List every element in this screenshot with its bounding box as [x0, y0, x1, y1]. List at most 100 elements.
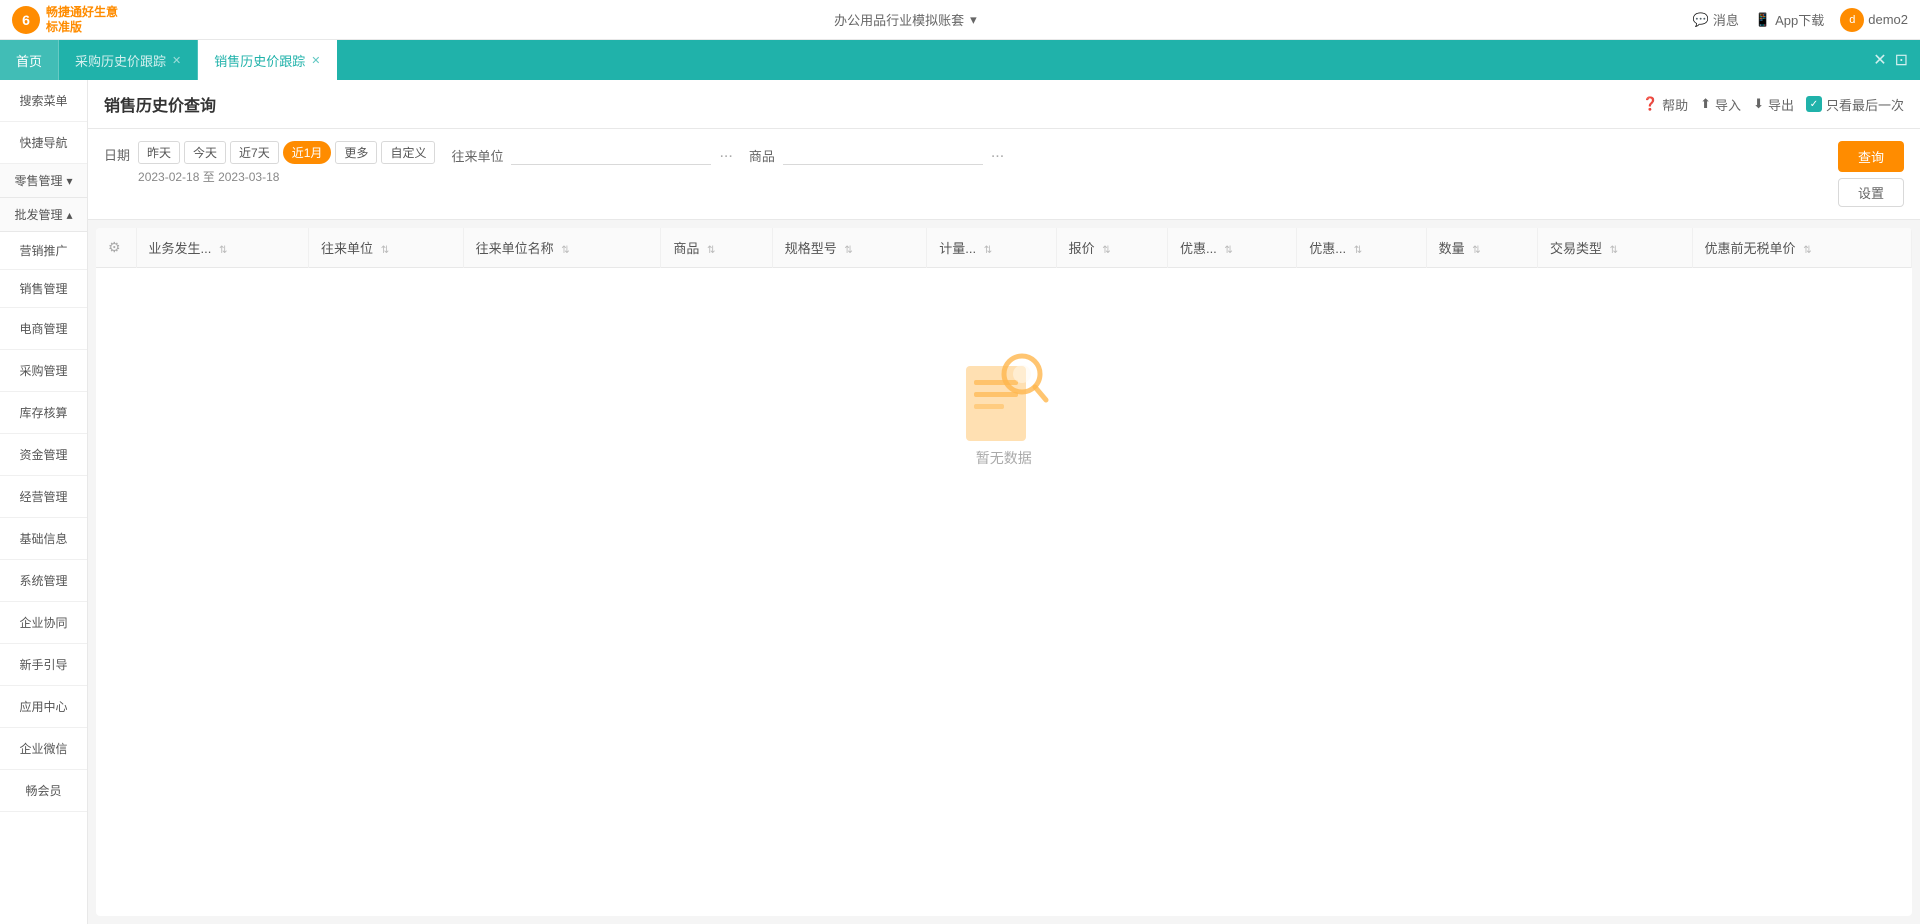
import-icon: ⬆	[1700, 96, 1711, 112]
date-btn-yesterday[interactable]: 昨天	[138, 141, 180, 164]
column-quote[interactable]: 报价 ⇅	[1056, 228, 1167, 268]
column-partner-code[interactable]: 往来单位 ⇅	[309, 228, 464, 268]
chevron-up-icon: ▴	[66, 208, 72, 222]
product-filter-group: 商品 ...	[749, 141, 1004, 165]
sidebar-item-retail-mgmt[interactable]: 零售管理 ▾	[0, 164, 87, 198]
column-partner-name[interactable]: 往来单位名称 ⇅	[463, 228, 661, 268]
maximize-window-btn[interactable]: ⊡	[1895, 50, 1908, 70]
column-settings[interactable]: ⚙	[96, 228, 136, 268]
sidebar-item-basic-info[interactable]: 基础信息	[0, 518, 87, 560]
tab-window-actions: ✕ ⊡	[1873, 50, 1920, 70]
logo-area: 6 畅捷通好生意 标准版	[12, 5, 118, 34]
top-bar: 6 畅捷通好生意 标准版 办公用品行业模拟账套 ▾ 💬 消息 📱 App下载 d…	[0, 0, 1920, 40]
sort-icon: ⇅	[219, 245, 227, 256]
page-header-actions: ❓ 帮助 ⬆ 导入 ⬇ 导出 ✓ 只看最后一次	[1642, 95, 1904, 114]
sidebar-item-sales-mgmt[interactable]: 销售管理	[0, 270, 87, 308]
sidebar-item-operations[interactable]: 经营管理	[0, 476, 87, 518]
sidebar-item-purchase-mgmt[interactable]: 采购管理	[0, 350, 87, 392]
partner-picker-btn[interactable]: ...	[719, 144, 732, 162]
sidebar-item-ecommerce[interactable]: 电商管理	[0, 308, 87, 350]
app-selector[interactable]: 办公用品行业模拟账套 ▾	[834, 10, 977, 29]
query-button[interactable]: 查询	[1838, 141, 1904, 172]
table-body: 暂无数据	[96, 268, 1912, 549]
column-discount2[interactable]: 优惠... ⇅	[1297, 228, 1426, 268]
empty-illustration	[954, 348, 1054, 448]
date-range-text: 2023-02-18 至 2023-03-18	[138, 168, 435, 185]
filter-actions: 查询 设置	[1838, 141, 1904, 207]
sort-icon: ⇅	[1354, 245, 1362, 256]
column-trade-type[interactable]: 交易类型 ⇅	[1538, 228, 1693, 268]
column-product[interactable]: 商品 ⇅	[661, 228, 772, 268]
sort-icon: ⇅	[984, 245, 992, 256]
date-btn-more[interactable]: 更多	[335, 141, 377, 164]
export-btn[interactable]: ⬇ 导出	[1753, 95, 1794, 114]
sidebar-item-members[interactable]: 畅会员	[0, 770, 87, 812]
help-icon: ❓	[1642, 96, 1658, 112]
sort-icon: ⇅	[1610, 245, 1618, 256]
date-quick-buttons: 昨天 今天 近7天 近1月 更多 自定义	[138, 141, 435, 164]
filter-area: 日期 昨天 今天 近7天 近1月 更多 自定义 2023-02-18 至 202…	[88, 129, 1920, 220]
column-pretax-price[interactable]: 优惠前无税单价 ⇅	[1692, 228, 1911, 268]
tab-sales-history[interactable]: 销售历史价跟踪 ✕	[198, 40, 337, 80]
gear-icon[interactable]: ⚙	[108, 239, 121, 255]
sort-icon: ⇅	[707, 245, 715, 256]
sidebar-item-enterprise-wechat[interactable]: 企业微信	[0, 728, 87, 770]
phone-icon: 📱	[1755, 12, 1771, 28]
main-content: 销售历史价查询 ❓ 帮助 ⬆ 导入 ⬇ 导出 ✓ 只看最后一次	[88, 80, 1920, 924]
only-last-checkbox[interactable]: ✓ 只看最后一次	[1806, 95, 1904, 114]
date-label: 日期	[104, 141, 130, 164]
tab-purchase-history[interactable]: 采购历史价跟踪 ✕	[59, 40, 198, 80]
sort-icon: ⇅	[1102, 245, 1110, 256]
close-purchase-history-tab[interactable]: ✕	[172, 54, 181, 67]
sidebar-item-new-guide[interactable]: 新手引导	[0, 644, 87, 686]
message-icon: 💬	[1693, 12, 1709, 28]
tab-home[interactable]: 首页	[0, 40, 59, 80]
user-profile[interactable]: d demo2	[1840, 8, 1908, 32]
table-container: ⚙ 业务发生... ⇅ 往来单位 ⇅ 往来单位名称 ⇅	[96, 228, 1912, 916]
sidebar-item-quick-nav[interactable]: 快捷导航	[0, 122, 87, 164]
data-table: ⚙ 业务发生... ⇅ 往来单位 ⇅ 往来单位名称 ⇅	[96, 228, 1912, 548]
date-filter-options: 昨天 今天 近7天 近1月 更多 自定义 2023-02-18 至 2023-0…	[138, 141, 435, 185]
sidebar-item-inventory[interactable]: 库存核算	[0, 392, 87, 434]
close-sales-history-tab[interactable]: ✕	[311, 54, 320, 67]
date-btn-1month[interactable]: 近1月	[283, 141, 332, 164]
logo-icon: 6	[12, 6, 40, 34]
sidebar-item-marketing[interactable]: 营销推广	[0, 232, 87, 270]
date-btn-today[interactable]: 今天	[184, 141, 226, 164]
sidebar-item-wholesale-mgmt[interactable]: 批发管理 ▴	[0, 198, 87, 232]
date-btn-7days[interactable]: 近7天	[230, 141, 279, 164]
product-picker-btn[interactable]: ...	[991, 144, 1004, 162]
checkbox-icon: ✓	[1806, 96, 1822, 112]
product-input[interactable]	[783, 141, 983, 165]
sidebar-item-search-menu[interactable]: 搜索菜单	[0, 80, 87, 122]
sidebar-item-system[interactable]: 系统管理	[0, 560, 87, 602]
close-window-btn[interactable]: ✕	[1873, 50, 1886, 70]
empty-state: 暂无数据	[96, 268, 1912, 548]
partner-label: 往来单位	[451, 142, 503, 165]
message-btn[interactable]: 💬 消息	[1693, 10, 1739, 29]
column-biz-date[interactable]: 业务发生... ⇅	[136, 228, 309, 268]
settings-button[interactable]: 设置	[1838, 178, 1904, 207]
sort-icon: ⇅	[561, 245, 569, 256]
sort-icon: ⇅	[1224, 245, 1232, 256]
column-discount1[interactable]: 优惠... ⇅	[1167, 228, 1296, 268]
tab-bar: 首页 采购历史价跟踪 ✕ 销售历史价跟踪 ✕ ✕ ⊡	[0, 40, 1920, 80]
column-spec[interactable]: 规格型号 ⇅	[772, 228, 927, 268]
sort-icon: ⇅	[1803, 245, 1811, 256]
top-bar-right: 💬 消息 📱 App下载 d demo2	[1693, 8, 1908, 32]
product-label: 商品	[749, 142, 775, 165]
partner-input[interactable]	[511, 141, 711, 165]
app-download-btn[interactable]: 📱 App下载	[1755, 10, 1824, 29]
sidebar-item-finance[interactable]: 资金管理	[0, 434, 87, 476]
sort-icon: ⇅	[1472, 245, 1480, 256]
import-btn[interactable]: ⬆ 导入	[1700, 95, 1741, 114]
column-unit[interactable]: 计量... ⇅	[927, 228, 1056, 268]
sort-icon: ⇅	[381, 245, 389, 256]
sidebar-item-enterprise-collab[interactable]: 企业协同	[0, 602, 87, 644]
export-icon: ⬇	[1753, 96, 1764, 112]
help-btn[interactable]: ❓ 帮助	[1642, 95, 1688, 114]
sidebar-item-app-center[interactable]: 应用中心	[0, 686, 87, 728]
partner-filter-group: 往来单位 ...	[451, 141, 732, 165]
date-btn-custom[interactable]: 自定义	[381, 141, 435, 164]
column-quantity[interactable]: 数量 ⇅	[1426, 228, 1537, 268]
